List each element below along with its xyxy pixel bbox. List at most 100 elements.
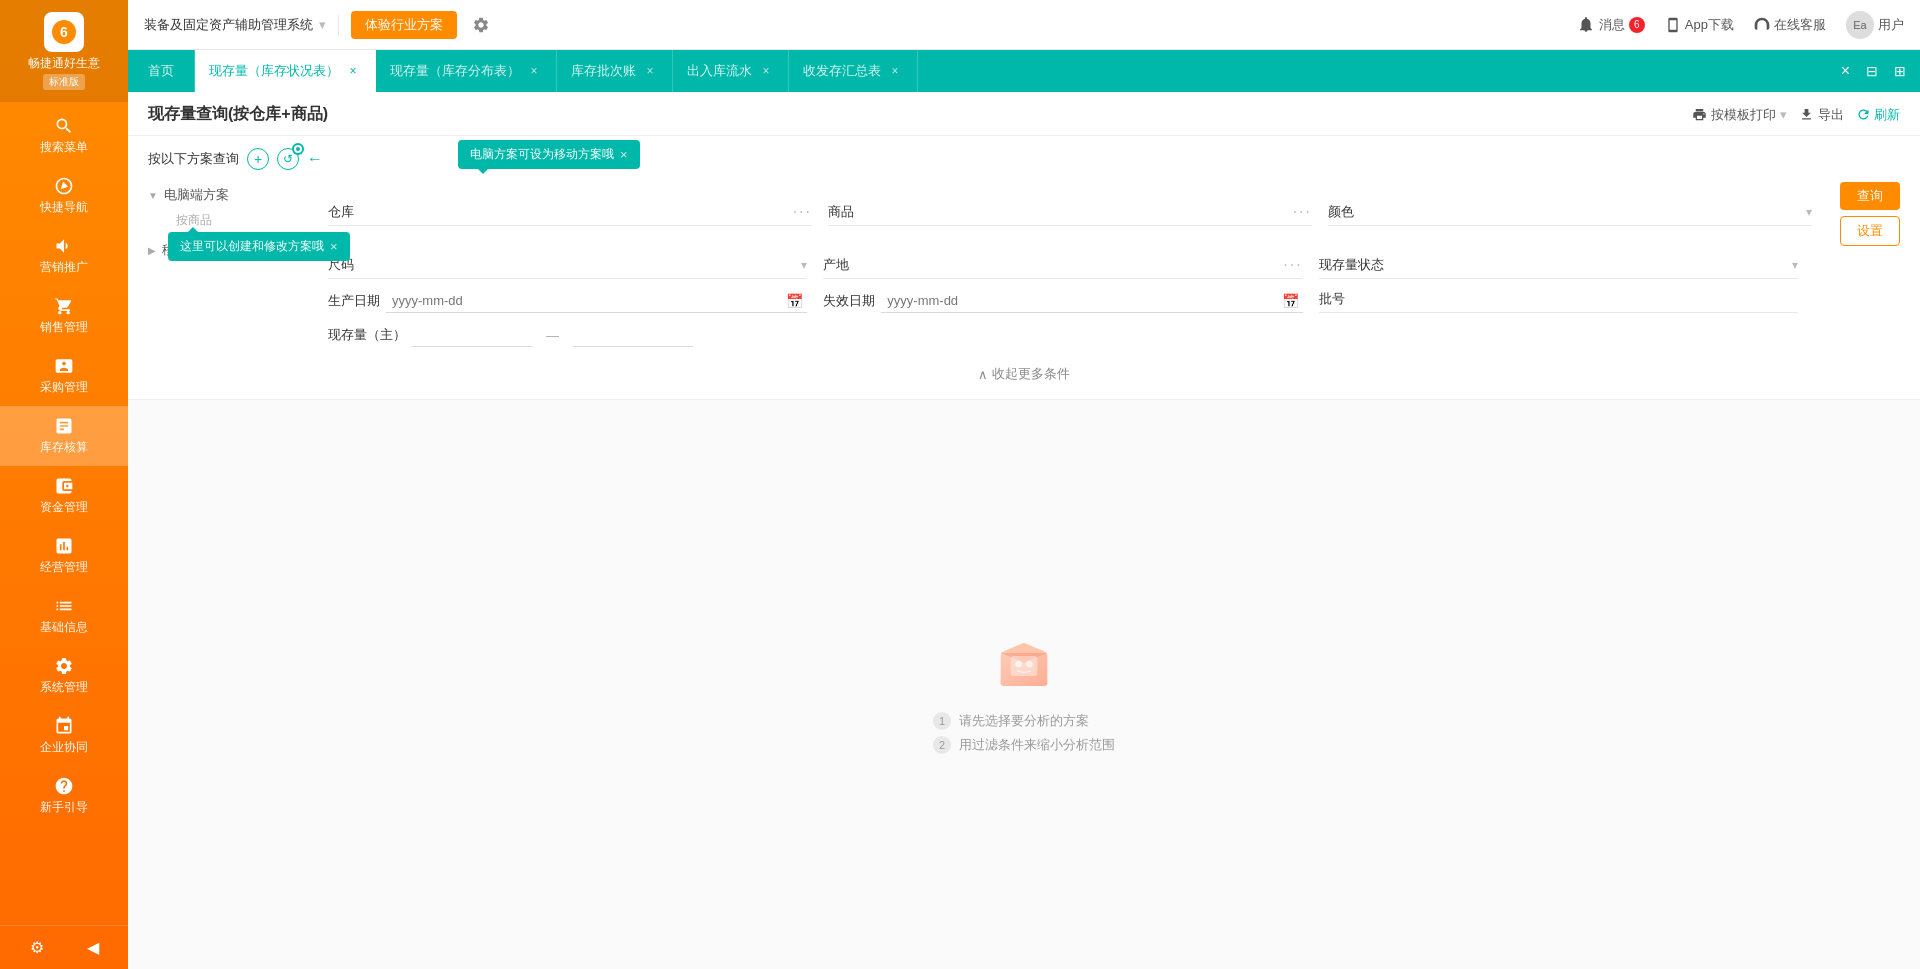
filter-fields: 仓库 ··· 商品 ··· 颜色 ▾ xyxy=(328,182,1900,347)
query-btn[interactable]: 查询 xyxy=(1840,182,1900,210)
warehouse-field: 仓库 ··· xyxy=(328,203,812,226)
page-title: 现存量查询(按仓库+商品) xyxy=(148,104,328,125)
tooltip2-close-icon[interactable]: × xyxy=(330,239,338,254)
tab-close-collect[interactable]: × xyxy=(887,63,903,79)
svg-point-4 xyxy=(1015,660,1022,667)
collapse-up-icon: ∧ xyxy=(978,367,988,382)
sidebar-item-inventory[interactable]: 库存核算 xyxy=(0,406,128,466)
logo-text: 畅捷通好生意 xyxy=(28,56,100,72)
tab-expand-btn[interactable]: ⊞ xyxy=(1888,59,1912,83)
collapse-sidebar-icon[interactable]: ◀ xyxy=(87,938,99,957)
settings-gear-icon[interactable] xyxy=(469,13,493,37)
sidebar-item-newbie[interactable]: 新手引导 xyxy=(0,766,128,826)
avatar: Ea xyxy=(1846,11,1874,39)
color-field: 颜色 ▾ xyxy=(1328,203,1812,226)
sidebar-item-finance[interactable]: 资金管理 xyxy=(0,466,128,526)
tab-inventory-dist[interactable]: 现存量（库存分布表） × xyxy=(376,50,557,92)
tab-close-all-btn[interactable]: × xyxy=(1835,58,1856,84)
tab-inventory-status[interactable]: 现存量（库存状况表） × xyxy=(195,50,376,92)
origin-field: 产地 ··· xyxy=(823,256,1302,279)
refresh-btn[interactable]: 刷新 xyxy=(1856,106,1900,124)
tab-bar-right: × ⊟ ⊞ xyxy=(1835,58,1920,84)
sidebar-item-purchase[interactable]: 采购管理 xyxy=(0,346,128,406)
goods-dots[interactable]: ··· xyxy=(1293,203,1312,221)
sidebar-bottom: ⚙ ◀ xyxy=(0,925,128,969)
filter-add-btn[interactable]: + xyxy=(247,148,269,170)
tab-close-batch[interactable]: × xyxy=(642,63,658,79)
user-btn[interactable]: Ea 用户 xyxy=(1846,11,1904,39)
mobile-icon xyxy=(1665,17,1681,33)
online-service-btn[interactable]: 在线客服 xyxy=(1754,16,1826,34)
tab-close-inventory-dist[interactable]: × xyxy=(526,63,542,79)
tab-batch[interactable]: 库存批次账 × xyxy=(557,50,673,92)
sidebar-item-quick-nav[interactable]: 快捷导航 xyxy=(0,166,128,226)
filter-row-1: 仓库 ··· 商品 ··· 颜色 ▾ xyxy=(328,182,1900,246)
app-download-btn[interactable]: App下载 xyxy=(1665,16,1734,34)
inventory-status-label: 现存量状态 xyxy=(1319,256,1384,274)
sidebar-label-newbie: 新手引导 xyxy=(40,799,88,816)
filter-row-2: 尺码 ▾ 产地 ··· 现存量状态 ▾ xyxy=(328,256,1900,279)
expiry-date-input[interactable] xyxy=(881,289,1277,312)
sidebar-item-sales[interactable]: 销售管理 xyxy=(0,286,128,346)
notifications-btn[interactable]: 消息 6 xyxy=(1577,16,1645,34)
collapse-row[interactable]: ∧ 收起更多条件 xyxy=(148,355,1900,387)
tab-close-inout[interactable]: × xyxy=(758,63,774,79)
origin-dots[interactable]: ··· xyxy=(1283,256,1302,274)
sidebar-item-enterprise[interactable]: 企业协同 xyxy=(0,706,128,766)
sidebar-label-finance: 资金管理 xyxy=(40,499,88,516)
sidebar-item-system[interactable]: 系统管理 xyxy=(0,646,128,706)
settings-icon[interactable]: ⚙ xyxy=(30,938,44,957)
sidebar-item-operation[interactable]: 经营管理 xyxy=(0,526,128,586)
filter-header: 按以下方案查询 + ↺ ← 电脑方案可设为移动方案哦 × xyxy=(148,148,1900,170)
sidebar-item-base[interactable]: 基础信息 xyxy=(0,586,128,646)
prod-date-label: 生产日期 xyxy=(328,292,380,310)
color-label: 颜色 xyxy=(1328,203,1354,221)
size-dropdown-icon[interactable]: ▾ xyxy=(801,258,807,272)
color-dropdown-icon[interactable]: ▾ xyxy=(1806,205,1812,219)
desktop-scheme-item[interactable]: ▼ 电脑端方案 xyxy=(148,182,328,208)
tab-close-inventory-status[interactable]: × xyxy=(345,63,361,79)
size-field: 尺码 ▾ xyxy=(328,256,807,279)
content-actions: 按模板打印 ▾ 导出 刷新 xyxy=(1692,106,1900,124)
prod-date-cal-icon[interactable]: 📅 xyxy=(782,293,807,309)
app-header: 装备及固定资产辅助管理系统 ▾ 体验行业方案 消息 6 App下载 在线客服 E… xyxy=(128,0,1920,50)
filter-refresh-btn[interactable]: ↺ xyxy=(277,148,299,170)
system-dropdown-icon[interactable]: ▾ xyxy=(319,17,326,32)
sidebar-label-purchase: 采购管理 xyxy=(40,379,88,396)
tab-home[interactable]: 首页 xyxy=(128,50,195,92)
content-header: 现存量查询(按仓库+商品) 按模板打印 ▾ 导出 刷新 xyxy=(128,92,1920,136)
tab-inout[interactable]: 出入库流水 × xyxy=(673,50,789,92)
batch-no-label: 批号 xyxy=(1319,290,1345,308)
svg-text:6: 6 xyxy=(60,24,68,40)
empty-state: 1 请先选择要分析的方案 2 用过滤条件来缩小分析范围 xyxy=(128,400,1920,969)
warehouse-dots[interactable]: ··· xyxy=(793,203,812,221)
header-right: 消息 6 App下载 在线客服 Ea 用户 xyxy=(1577,11,1904,39)
set-btn[interactable]: 设置 xyxy=(1840,216,1900,246)
tooltip1-close-icon[interactable]: × xyxy=(620,147,628,162)
bell-icon xyxy=(1577,16,1595,34)
print-btn[interactable]: 按模板打印 ▾ xyxy=(1692,106,1787,124)
inventory-status-dropdown-icon[interactable]: ▾ xyxy=(1792,258,1798,272)
filter-row-4: 现存量（主） — xyxy=(328,323,1900,347)
inventory-main-to[interactable] xyxy=(573,323,693,347)
industry-btn[interactable]: 体验行业方案 xyxy=(351,11,457,39)
sidebar-label-search: 搜索菜单 xyxy=(40,139,88,156)
wallet-icon xyxy=(54,476,74,496)
notifications-badge: 6 xyxy=(1629,17,1645,33)
warehouse-label: 仓库 xyxy=(328,203,354,221)
sidebar-item-search[interactable]: 搜索菜单 xyxy=(0,106,128,166)
scheme-arrow-icon: ▼ xyxy=(148,190,158,201)
expiry-date-label: 失效日期 xyxy=(823,292,875,310)
sidebar: 6 畅捷通好生意 标准版 搜索菜单 快捷导航 营销推广 销售管理 采购管理 库存… xyxy=(0,0,128,969)
prod-date-input[interactable] xyxy=(386,289,782,312)
tab-window-btn[interactable]: ⊟ xyxy=(1860,59,1884,83)
export-btn[interactable]: 导出 xyxy=(1799,106,1844,124)
inventory-main-from[interactable] xyxy=(412,323,532,347)
expiry-date-cal-icon[interactable]: 📅 xyxy=(1278,293,1303,309)
tab-collect[interactable]: 收发存汇总表 × xyxy=(789,50,918,92)
filter-arrow-btn[interactable]: ← xyxy=(307,150,323,168)
tab-bar: 首页 现存量（库存状况表） × 现存量（库存分布表） × 库存批次账 × 出入库… xyxy=(128,50,1920,92)
sidebar-item-marketing[interactable]: 营销推广 xyxy=(0,226,128,286)
compass-icon xyxy=(54,176,74,196)
sidebar-label-operation: 经营管理 xyxy=(40,559,88,576)
